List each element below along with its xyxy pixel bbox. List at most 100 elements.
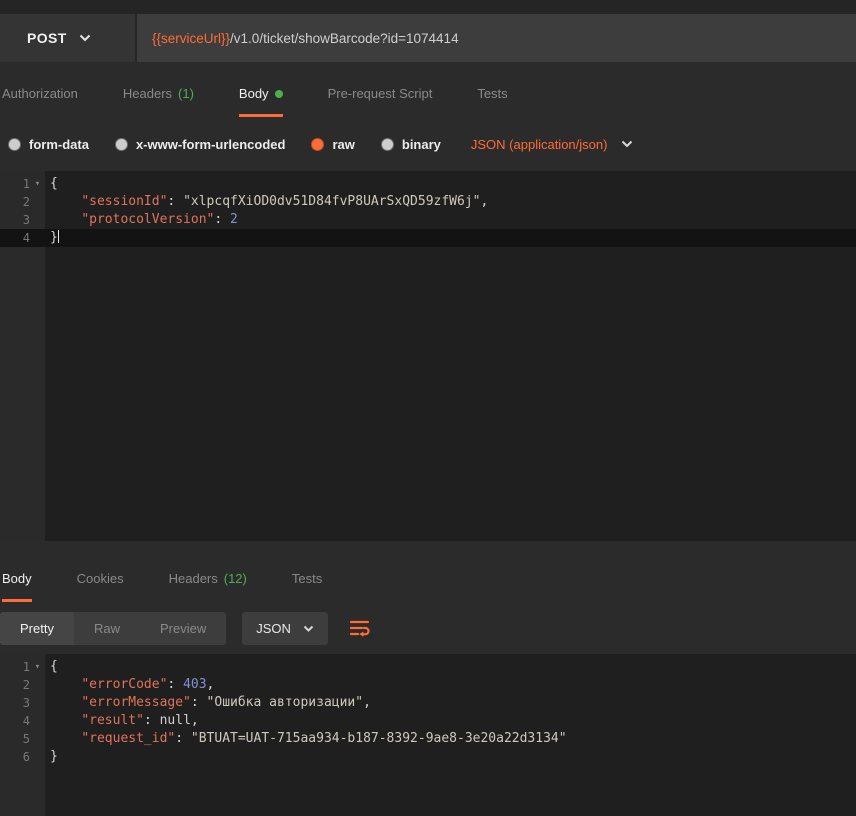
request-tab-authorization[interactable]: Authorization [2,86,78,117]
view-pretty[interactable]: Pretty [0,611,74,645]
mode-label: x-www-form-urlencoded [135,136,286,152]
code-line: 5 "request_id": "BTUAT=UAT-715aa934-b187… [0,730,856,748]
code-text: "result": null, [45,712,856,730]
token-plain: } [50,749,58,764]
token-key: "result" [81,713,144,728]
response-tabs: Body Cookies Headers (12) Tests [0,555,856,602]
request-tab-body[interactable]: Body [238,86,283,117]
wrap-lines-button[interactable] [344,614,376,642]
body-mode-raw[interactable]: raw [311,136,355,152]
token-number: 403 [183,677,207,692]
window-top-strip [0,0,856,14]
tab-label: Authorization [2,86,78,101]
body-set-dot [274,89,283,98]
radio-icon [380,137,394,151]
token-plain: : [167,677,184,692]
line-number: 5 [22,732,30,746]
code-text: "protocolVersion": 2 [45,211,856,229]
wrap-lines-icon [349,620,370,637]
body-mode-x-www-form-urlencoded[interactable]: x-www-form-urlencoded [114,136,286,152]
token-key: "request_id" [81,731,176,746]
view-raw[interactable]: Raw [74,612,140,645]
response-tab-headers[interactable]: Headers (12) [169,571,247,602]
line-number: 1 [22,660,30,674]
request-url-bar: POST {{serviceUrl}}/v1.0/ticket/showBarc… [0,14,856,62]
tab-label: Body [2,571,32,586]
content-type-dropdown[interactable]: JSON (application/json) [471,137,634,152]
mode-label: raw [332,136,355,152]
request-tab-pre-request-script[interactable]: Pre-request Script [328,86,433,117]
tab-label: Tests [477,86,508,101]
url-input[interactable]: {{serviceUrl}}/v1.0/ticket/showBarcode?i… [137,14,856,62]
code-text: "errorMessage": "Ошибка авторизации", [45,694,856,712]
response-tab-tests[interactable]: Tests [292,571,322,602]
request-tabs: Authorization Headers (1) Body Pre-request S… [0,62,856,117]
tab-label: Pre-request Script [327,86,433,101]
radio-icon [114,137,128,151]
token-plain: , [480,194,489,209]
token-string: "xlpcqfXiOD0dv51D84fvP8UArSxQD59zfW6j" [183,194,481,209]
code-text: "request_id": "BTUAT=UAT-715aa934-b187-8… [45,730,856,748]
radio-icon [311,137,325,151]
token-null: null [159,713,191,728]
code-text: { [45,658,856,676]
token-key: "protocolVersion" [81,212,215,227]
token-plain: : [143,713,160,728]
method-dropdown[interactable]: POST [0,14,137,62]
postman-window: POST {{serviceUrl}}/v1.0/ticket/showBarc… [0,0,856,816]
request-body-editor[interactable]: 1 ▾ {2 "sessionId": "xlpcqfXiOD0dv51D84fvP… [0,171,856,541]
token-plain: : [190,695,207,710]
code-line: 3 "protocolVersion": 2 [0,211,856,229]
tab-label: Body [238,86,269,101]
fold-arrow-icon: ▾ [34,179,41,189]
code-line: 6} [0,748,856,766]
url-variable: {{serviceUrl}} [152,30,231,46]
response-tab-body[interactable]: Body [2,571,32,602]
token-plain: , [363,695,371,710]
view-preview[interactable]: Preview [140,612,226,645]
code-text: { [45,175,856,193]
token-string: "Ошибка авторизации" [206,695,364,710]
radio-icon [8,137,21,151]
response-view-switch: Pretty Raw Preview [0,611,227,645]
line-number: 2 [22,678,30,692]
token-plain: : [214,212,231,227]
code-line: 1 ▾ { [0,175,856,193]
response-toolbar: Pretty Raw Preview JSON [0,602,856,654]
response-tab-cookies[interactable]: Cookies [77,571,124,602]
tab-label: Headers [168,571,218,586]
tab-count: (1) [178,86,194,101]
text-cursor [57,230,59,243]
token-number: 2 [230,212,238,227]
chevron-down-icon [303,625,314,632]
line-number: 3 [22,213,30,227]
response-format-dropdown[interactable]: JSON [242,611,328,645]
response-format-label: JSON [256,620,291,636]
code-text: "errorCode": 403, [45,676,856,694]
body-mode-options: form-data x-www-form-urlencoded raw binary [8,137,441,152]
tab-label: Headers [122,86,173,101]
chevron-down-icon [622,140,633,148]
request-tab-headers[interactable]: Headers (1) [123,86,194,117]
body-mode-form-data[interactable]: form-data [8,137,89,152]
tab-count: (12) [223,571,247,586]
tab-label: Tests [291,571,323,586]
request-tab-tests[interactable]: Tests [477,86,507,117]
body-mode-row: form-data x-www-form-urlencoded raw binary … [0,117,856,171]
code-line: 2 "errorCode": 403, [0,676,856,694]
token-key: "errorMessage" [81,695,191,710]
line-number: 4 [22,714,30,728]
line-number: 6 [22,750,30,764]
body-mode-binary[interactable]: binary [380,137,441,152]
